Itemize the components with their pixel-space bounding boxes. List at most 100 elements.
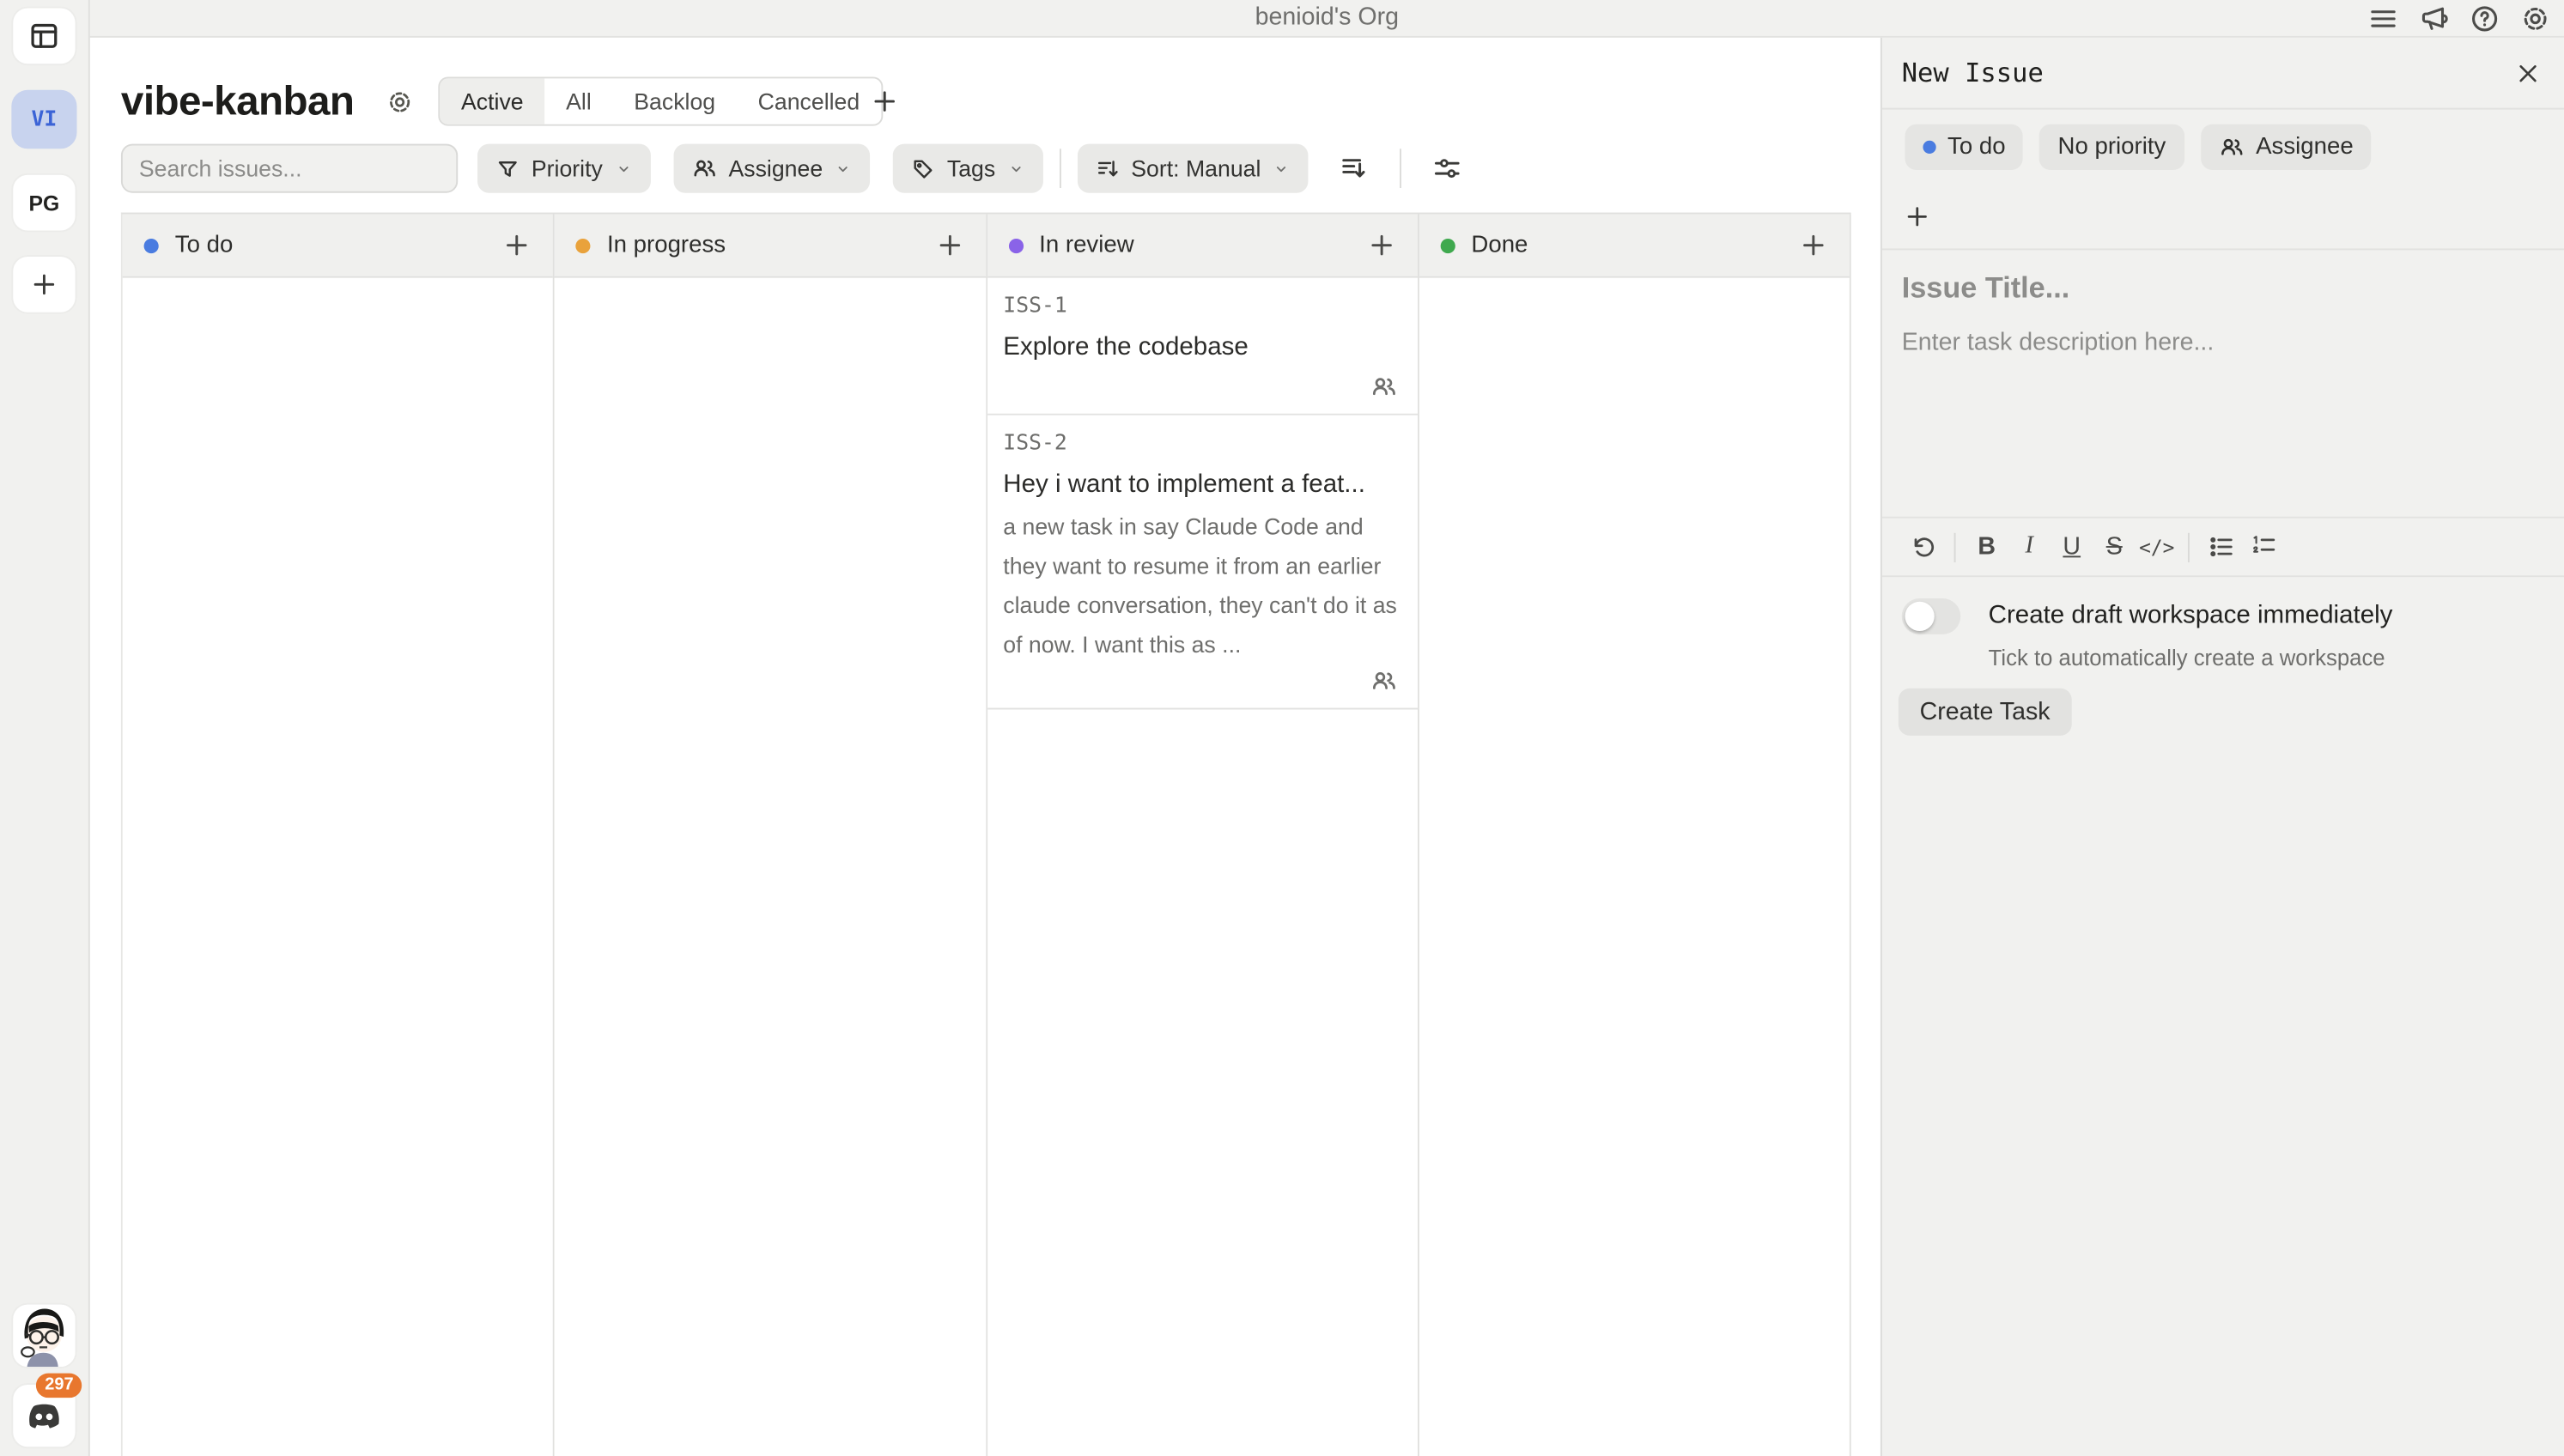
italic-button[interactable]: I: [2008, 525, 2051, 568]
toggle-label: Create draft workspace immediately: [1989, 602, 2393, 631]
help-button[interactable]: [2468, 2, 2500, 34]
tags-filter-label: Tags: [947, 155, 995, 181]
status-dot-todo: [1923, 141, 1935, 154]
underline-button[interactable]: U: [2051, 525, 2093, 568]
issue-id: ISS-2: [1003, 432, 1400, 457]
add-property-button[interactable]: [1904, 193, 1949, 239]
undo-button[interactable]: [1902, 525, 1945, 568]
column-in-review: In review ISS-1 Explore the codebase ISS…: [987, 214, 1419, 1456]
project-initials: PG: [29, 191, 60, 215]
settings-button[interactable]: [2518, 2, 2551, 34]
close-panel-button[interactable]: [2512, 57, 2544, 89]
priority-filter-label: Priority: [532, 155, 603, 181]
issue-title: Hey i want to implement a feat...: [1003, 470, 1400, 500]
workspace-initials: VI: [32, 107, 58, 132]
assignees-icon: [1370, 373, 1397, 400]
sidebar-item-project-pg[interactable]: PG: [11, 173, 76, 233]
card-footer: [1003, 664, 1400, 698]
issue-card[interactable]: ISS-2 Hey i want to implement a feat... …: [987, 416, 1417, 710]
numbered-list-button[interactable]: [2242, 525, 2285, 568]
add-view-button[interactable]: [870, 87, 899, 116]
assignee-chip-label: Assignee: [2256, 134, 2354, 160]
tag-icon: [911, 156, 936, 181]
new-issue-panel: New Issue To do No priority Assignee Iss…: [1880, 38, 2564, 1456]
code-button[interactable]: </>: [2136, 525, 2178, 568]
add-card-button[interactable]: [1367, 231, 1396, 260]
priority-chip[interactable]: No priority: [2040, 124, 2184, 170]
tab-active[interactable]: Active: [440, 78, 544, 124]
divider: [1882, 248, 2564, 250]
assignee-filter[interactable]: Assignee: [673, 144, 871, 193]
search-input[interactable]: [121, 144, 458, 193]
layout-icon: [27, 20, 60, 52]
issue-title: Explore the codebase: [1003, 333, 1400, 362]
column-header: In review: [987, 214, 1417, 277]
filter-bar: Priority Assignee Tags Sort: Manual: [121, 144, 1467, 193]
add-card-button[interactable]: [502, 231, 532, 260]
issue-title-input[interactable]: Issue Title...: [1902, 266, 2544, 309]
panel-title: New Issue: [1902, 58, 2512, 88]
add-card-button[interactable]: [934, 231, 963, 260]
kanban-board: To do In progress In review: [121, 213, 1851, 1456]
bullet-list-button[interactable]: [2199, 525, 2242, 568]
display-options-button[interactable]: [1428, 149, 1467, 188]
bullet-list-icon: [2207, 533, 2234, 561]
tab-all[interactable]: All: [544, 78, 612, 124]
bold-button[interactable]: B: [1966, 525, 2008, 568]
issue-description: a new task in say Claude Code and they w…: [1003, 507, 1400, 664]
org-title: benioid's Org: [90, 0, 2564, 36]
sort-control[interactable]: Sort: Manual: [1077, 144, 1308, 193]
status-chip[interactable]: To do: [1905, 124, 2024, 170]
column-header: To do: [123, 214, 553, 277]
column-label: To do: [175, 232, 486, 258]
column-done: Done: [1419, 214, 1850, 1456]
draft-workspace-toggle-row: Create draft workspace immediately: [1902, 598, 2544, 634]
strikethrough-button[interactable]: S: [2093, 525, 2136, 568]
gear-icon: [386, 88, 413, 116]
editor-toolbar: B I U S </>: [1882, 517, 2564, 577]
tab-cancelled[interactable]: Cancelled: [737, 78, 881, 124]
announcements-button[interactable]: [2417, 2, 2450, 34]
column-body: [555, 278, 985, 1456]
menu-button[interactable]: [2367, 2, 2399, 34]
sliders-icon: [1432, 154, 1461, 183]
numbered-list-icon: [2249, 533, 2276, 561]
issue-description-input[interactable]: Enter task description here...: [1902, 325, 2544, 361]
topbar-icon-group: [2367, 0, 2551, 36]
chevron-down-icon: [1273, 160, 1291, 178]
add-card-button[interactable]: [1799, 231, 1828, 260]
divider: [2188, 532, 2190, 561]
column-body: ISS-1 Explore the codebase ISS-2 Hey i w…: [987, 278, 1417, 1456]
project-settings-button[interactable]: [386, 88, 413, 116]
sidebar-item-boards[interactable]: [11, 7, 76, 66]
status-chip-label: To do: [1947, 134, 2006, 160]
tab-backlog[interactable]: Backlog: [613, 78, 737, 124]
plus-icon: [870, 87, 899, 116]
gear-icon: [2519, 3, 2550, 33]
sidebar: VI PG: [0, 0, 90, 1456]
hamburger-icon: [2367, 3, 2397, 33]
assignee-chip[interactable]: Assignee: [2200, 124, 2371, 170]
priority-chip-label: No priority: [2058, 134, 2166, 160]
add-project-button[interactable]: [11, 255, 76, 314]
chevron-down-icon: [614, 160, 632, 178]
page-title: vibe-kanban: [121, 78, 355, 125]
divider: [1400, 149, 1401, 188]
priority-filter[interactable]: Priority: [477, 144, 650, 193]
main-content: vibe-kanban Active All Backlog Cancelled…: [92, 38, 1880, 1456]
avatar-image: [13, 1303, 75, 1368]
column-label: In progress: [607, 232, 918, 258]
tags-filter[interactable]: Tags: [893, 144, 1042, 193]
discord-link[interactable]: 297: [11, 1383, 76, 1448]
draft-workspace-toggle[interactable]: [1902, 598, 1961, 634]
issue-card[interactable]: ISS-1 Explore the codebase: [987, 278, 1417, 416]
undo-icon: [1909, 533, 1936, 561]
megaphone-icon: [2418, 3, 2449, 33]
create-task-button[interactable]: Create Task: [1899, 689, 2071, 736]
user-avatar[interactable]: [11, 1303, 76, 1368]
sidebar-item-workspace-vi[interactable]: VI: [11, 90, 76, 149]
sort-direction-button[interactable]: [1334, 149, 1374, 188]
plus-icon: [29, 270, 58, 299]
sort-icon: [1095, 156, 1120, 181]
assignees-icon: [1370, 667, 1397, 695]
